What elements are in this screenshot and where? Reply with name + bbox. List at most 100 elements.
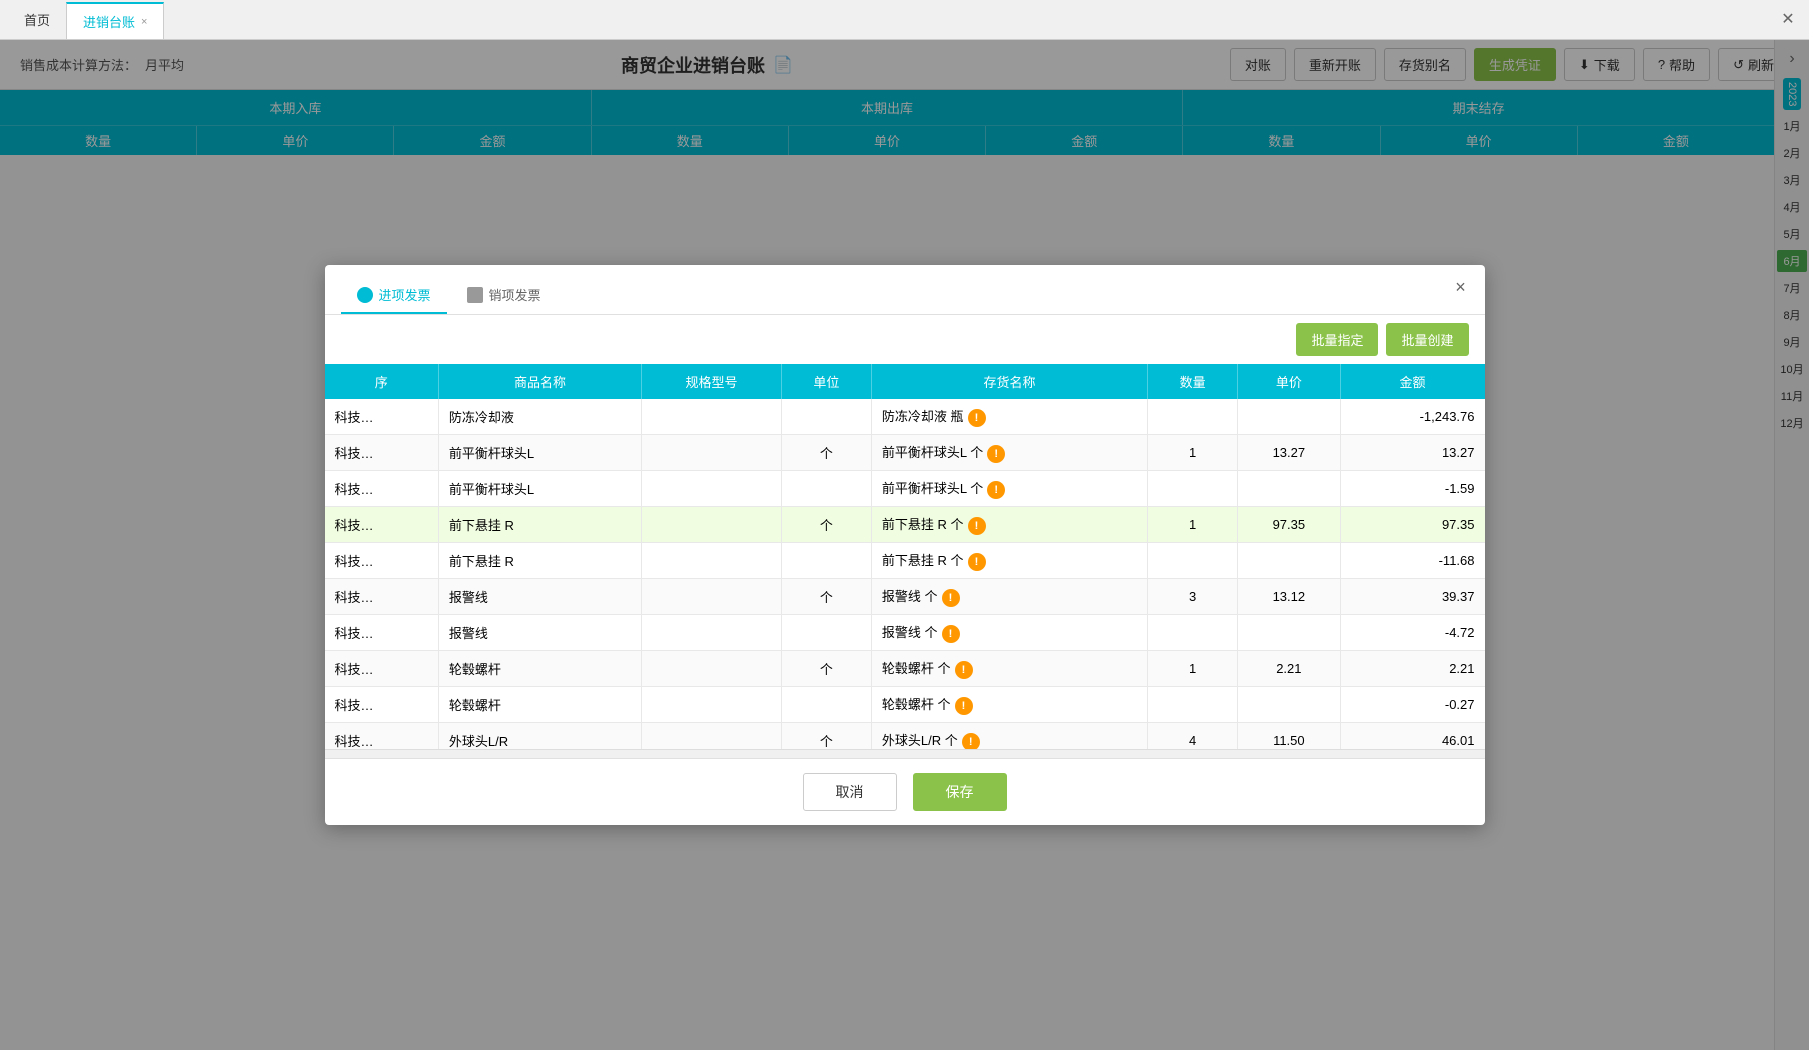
- warning-icon: !: [987, 445, 1005, 463]
- cell-product: 前平衡杆球头L: [438, 471, 641, 507]
- cell-inventory: 报警线 个!: [871, 579, 1147, 615]
- cell-qty: [1148, 615, 1238, 651]
- table-row: 科技… 轮毂螺杆 轮毂螺杆 个! -0.27: [325, 687, 1485, 723]
- cell-product: 报警线: [438, 615, 641, 651]
- cell-price: 13.27: [1238, 435, 1340, 471]
- cell-product: 轮毂螺杆: [438, 651, 641, 687]
- purchase-invoice-icon: [357, 287, 373, 303]
- tab-home[interactable]: 首页: [8, 2, 66, 37]
- cell-price: [1238, 543, 1340, 579]
- cell-product: 前下悬挂 R: [438, 507, 641, 543]
- table-row: 科技… 前下悬挂 R 前下悬挂 R 个! -11.68: [325, 543, 1485, 579]
- warning-icon: !: [962, 733, 980, 749]
- col-header-spec: 规格型号: [642, 364, 782, 399]
- tab-ledger-close[interactable]: ×: [141, 16, 147, 28]
- table-row: 科技… 报警线 报警线 个! -4.72: [325, 615, 1485, 651]
- cell-company: 科技…: [325, 651, 439, 687]
- batch-create-button[interactable]: 批量创建: [1386, 323, 1468, 356]
- cell-unit: 个: [781, 507, 871, 543]
- cell-price: [1238, 471, 1340, 507]
- cell-amount: -0.27: [1340, 687, 1484, 723]
- cell-product: 防冻冷却液: [438, 399, 641, 435]
- table-header-row: 序 商品名称 规格型号 单位 存货名称 数量 单价 金额: [325, 364, 1485, 399]
- cell-unit: 个: [781, 651, 871, 687]
- cell-price: 13.12: [1238, 579, 1340, 615]
- cell-product: 报警线: [438, 579, 641, 615]
- cell-amount: 97.35: [1340, 507, 1484, 543]
- table-row: 科技… 报警线 个 报警线 个! 3 13.12 39.37: [325, 579, 1485, 615]
- modal-overlay: 进项发票 销项发票 × 批量指定 批量创建 序: [0, 40, 1809, 1050]
- cell-spec: [642, 579, 782, 615]
- cell-spec: [642, 615, 782, 651]
- cell-inventory: 轮毂螺杆 个!: [871, 687, 1147, 723]
- table-row: 科技… 外球头L/R 个 外球头L/R 个! 4 11.50 46.01: [325, 723, 1485, 749]
- cell-spec: [642, 471, 782, 507]
- cell-qty: [1148, 543, 1238, 579]
- horizontal-scrollbar[interactable]: [325, 749, 1485, 758]
- cell-unit: [781, 615, 871, 651]
- col-header-inventory: 存货名称: [871, 364, 1147, 399]
- cell-inventory: 外球头L/R 个!: [871, 723, 1147, 749]
- cancel-button[interactable]: 取消: [803, 773, 897, 811]
- tab-bar: 首页 进销台账 × ✕: [0, 0, 1809, 40]
- modal-dialog: 进项发票 销项发票 × 批量指定 批量创建 序: [325, 265, 1485, 825]
- cell-amount: -11.68: [1340, 543, 1484, 579]
- cell-product: 前下悬挂 R: [438, 543, 641, 579]
- cell-inventory: 轮毂螺杆 个!: [871, 651, 1147, 687]
- cell-inventory: 防冻冷却液 瓶!: [871, 399, 1147, 435]
- warning-icon: !: [987, 481, 1005, 499]
- cell-unit: 个: [781, 435, 871, 471]
- cell-price: [1238, 615, 1340, 651]
- cell-unit: [781, 471, 871, 507]
- cell-inventory: 前平衡杆球头L 个!: [871, 471, 1147, 507]
- warning-icon: !: [955, 697, 973, 715]
- cell-amount: 46.01: [1340, 723, 1484, 749]
- col-header-company: 序: [325, 364, 439, 399]
- save-button[interactable]: 保存: [913, 773, 1007, 811]
- tab-ledger[interactable]: 进销台账 ×: [66, 2, 164, 39]
- cell-spec: [642, 543, 782, 579]
- modal-toolbar: 批量指定 批量创建: [325, 315, 1485, 364]
- cell-inventory: 报警线 个!: [871, 615, 1147, 651]
- warning-icon: !: [942, 625, 960, 643]
- cell-amount: -1,243.76: [1340, 399, 1484, 435]
- cell-product: 外球头L/R: [438, 723, 641, 749]
- warning-icon: !: [968, 517, 986, 535]
- warning-icon: !: [968, 409, 986, 427]
- cell-spec: [642, 723, 782, 749]
- cell-amount: -1.59: [1340, 471, 1484, 507]
- cell-product: 前平衡杆球头L: [438, 435, 641, 471]
- cell-qty: 3: [1148, 579, 1238, 615]
- table-row: 科技… 前平衡杆球头L 个 前平衡杆球头L 个! 1 13.27 13.27: [325, 435, 1485, 471]
- cell-company: 科技…: [325, 543, 439, 579]
- col-header-price: 单价: [1238, 364, 1340, 399]
- cell-spec: [642, 507, 782, 543]
- cell-company: 科技…: [325, 435, 439, 471]
- cell-qty: 1: [1148, 507, 1238, 543]
- cell-qty: 1: [1148, 435, 1238, 471]
- cell-unit: 个: [781, 723, 871, 749]
- cell-qty: [1148, 471, 1238, 507]
- cell-inventory: 前下悬挂 R 个!: [871, 507, 1147, 543]
- cell-amount: 39.37: [1340, 579, 1484, 615]
- window-close-button[interactable]: ✕: [1777, 8, 1799, 30]
- modal-tab-purchase[interactable]: 进项发票: [341, 277, 447, 314]
- cell-unit: [781, 399, 871, 435]
- cell-inventory: 前下悬挂 R 个!: [871, 543, 1147, 579]
- cell-unit: [781, 687, 871, 723]
- cell-spec: [642, 651, 782, 687]
- cell-price: 2.21: [1238, 651, 1340, 687]
- cell-company: 科技…: [325, 471, 439, 507]
- modal-tab-sales[interactable]: 销项发票: [451, 277, 557, 314]
- col-header-product: 商品名称: [438, 364, 641, 399]
- col-header-amount: 金额: [1340, 364, 1484, 399]
- modal-tab-purchase-label: 进项发票: [379, 285, 431, 304]
- cell-company: 科技…: [325, 579, 439, 615]
- cell-product: 轮毂螺杆: [438, 687, 641, 723]
- batch-assign-button[interactable]: 批量指定: [1296, 323, 1378, 356]
- modal-footer: 取消 保存: [325, 758, 1485, 825]
- modal-close-button[interactable]: ×: [1449, 275, 1473, 299]
- tab-home-label: 首页: [24, 10, 50, 29]
- cell-qty: [1148, 399, 1238, 435]
- table-row: 科技… 轮毂螺杆 个 轮毂螺杆 个! 1 2.21 2.21: [325, 651, 1485, 687]
